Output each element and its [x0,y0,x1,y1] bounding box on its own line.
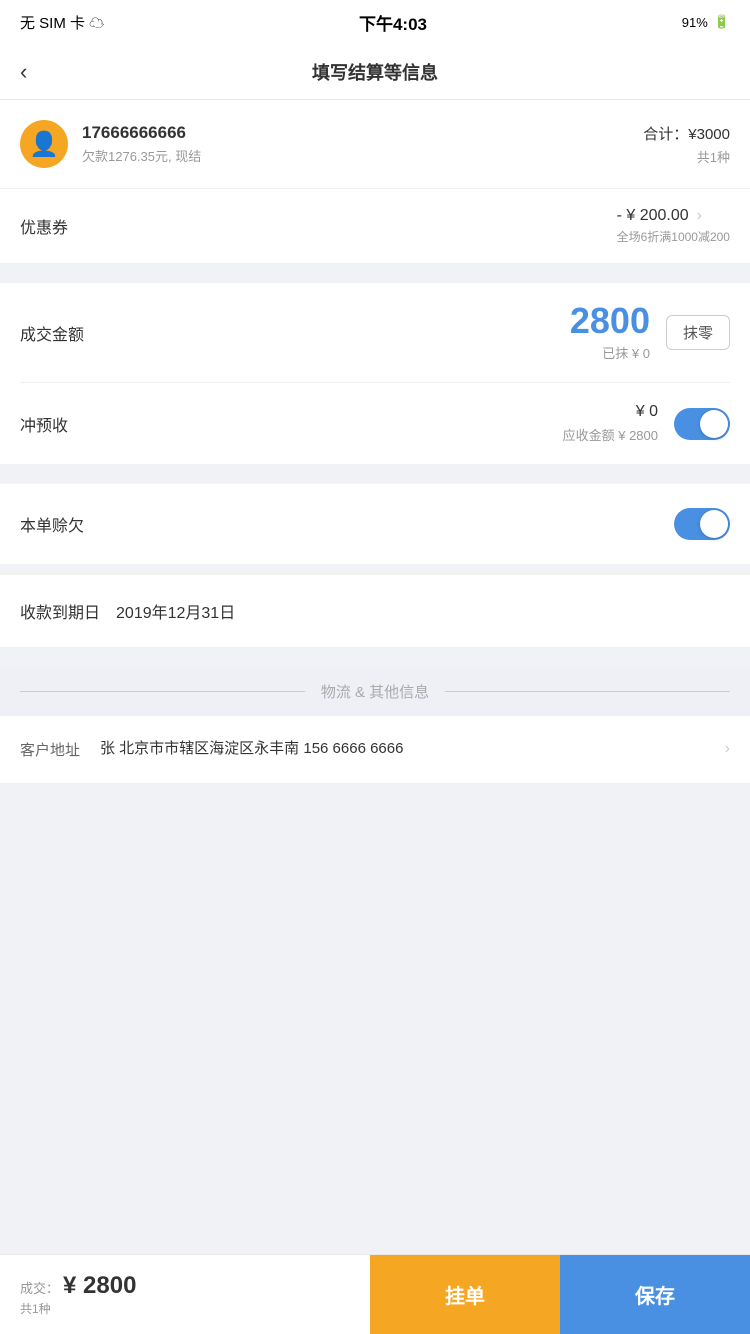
status-right: 91% 🔋 [682,14,730,30]
address-label: 客户地址 [20,739,80,760]
amount-label: 成交金额 [20,321,84,345]
round-button[interactable]: 抹零 [666,315,730,350]
battery-icon: 🔋 [714,14,730,30]
prepay-label: 冲预收 [20,412,68,436]
user-info: 17666666666 欠款1276.35元, 现结 [82,123,643,165]
coupon-desc: 全场6折满1000减200 [617,228,730,245]
nav-bar: ‹ 填写结算等信息 [0,44,750,100]
hang-order-button[interactable]: 挂单 [370,1255,560,1334]
coupon-row[interactable]: 优惠券 - ¥ 200.00 › 全场6折满1000减200 [0,188,750,263]
allowance-section: 本单赊欠 [0,484,750,564]
footer-label: 成交： [20,1278,59,1297]
allowance-toggle-knob [700,510,728,538]
amount-right: 2800 已抹 ¥ 0 抹零 [570,303,730,362]
divider-1 [0,273,750,283]
total-label: 合计：¥3000 [643,123,730,144]
prepay-left: 冲预收 [20,412,68,436]
amount-sub: 已抹 ¥ 0 [570,343,650,362]
toggle-knob [700,410,728,438]
amount-row: 成交金额 2800 已抹 ¥ 0 抹零 [20,283,730,383]
logistics-header: 物流 & 其他信息 [0,667,750,716]
user-row: 👤 17666666666 欠款1276.35元, 现结 合计：¥3000 共1… [0,100,750,188]
address-row[interactable]: 客户地址 张 北京市市辖区海淀区永丰南 156 6666 6666 › [20,716,730,783]
page-title: 填写结算等信息 [312,59,438,85]
avatar: 👤 [20,120,68,168]
divider-3 [0,657,750,667]
divider-2 [0,474,750,484]
status-left: 无 SIM 卡 ☁ [20,12,104,33]
prepay-right: ¥ 0 应收金额 ¥ 2800 [563,403,730,444]
duedate-section: 收款到期日 2019年12月31日 [0,575,750,647]
chevron-icon: › [697,207,702,225]
allowance-toggle[interactable] [674,508,730,540]
prepay-value: ¥ 0 [563,403,658,421]
coupon-block: - ¥ 200.00 › 全场6折满1000减200 [617,207,730,245]
logistics-text: 物流 & 其他信息 [321,681,429,702]
duedate-label: 收款到期日 [20,599,100,623]
footer-count: 共1种 [20,1300,350,1317]
logistics-line-left [20,691,305,692]
allowance-row: 本单赊欠 [20,484,730,564]
amount-section: 成交金额 2800 已抹 ¥ 0 抹零 冲预收 ¥ 0 应收金额 ¥ 2800 [0,283,750,464]
battery-text: 91% [682,15,708,30]
back-button[interactable]: ‹ [20,59,27,85]
duedate-row: 收款到期日 2019年12月31日 [20,575,730,647]
duedate-value: 2019年12月31日 [116,599,235,623]
status-time: 下午4:03 [359,10,427,35]
prepay-row: 冲预收 ¥ 0 应收金额 ¥ 2800 [20,383,730,464]
coupon-label: 优惠券 [20,214,68,238]
user-section: 👤 17666666666 欠款1276.35元, 现结 合计：¥3000 共1… [0,100,750,263]
address-section: 客户地址 张 北京市市辖区海淀区永丰南 156 6666 6666 › [0,716,750,783]
coupon-discount: - ¥ 200.00 [617,207,689,225]
logistics-line-right [445,691,730,692]
signal-text: 无 SIM 卡 ☁ [20,12,104,33]
avatar-icon: 👤 [29,130,59,159]
address-value: 张 北京市市辖区海淀区永丰南 156 6666 6666 [100,738,725,761]
user-phone: 17666666666 [82,123,643,143]
address-chevron-icon: › [725,740,730,758]
prepay-sub: 应收金额 ¥ 2800 [563,425,658,444]
footer-info: 成交： ¥ 2800 共1种 [0,1272,370,1317]
footer-amount: ¥ 2800 [63,1272,136,1300]
save-button[interactable]: 保存 [560,1255,750,1334]
status-bar: 无 SIM 卡 ☁ 下午4:03 91% 🔋 [0,0,750,44]
total-count: 共1种 [643,147,730,166]
amount-value: 2800 [570,303,650,339]
bottom-gray-area [0,793,750,953]
footer: 成交： ¥ 2800 共1种 挂单 保存 [0,1254,750,1334]
allowance-label: 本单赊欠 [20,512,84,536]
user-total: 合计：¥3000 共1种 [643,123,730,166]
user-sub: 欠款1276.35元, 现结 [82,146,643,165]
prepay-toggle[interactable] [674,408,730,440]
